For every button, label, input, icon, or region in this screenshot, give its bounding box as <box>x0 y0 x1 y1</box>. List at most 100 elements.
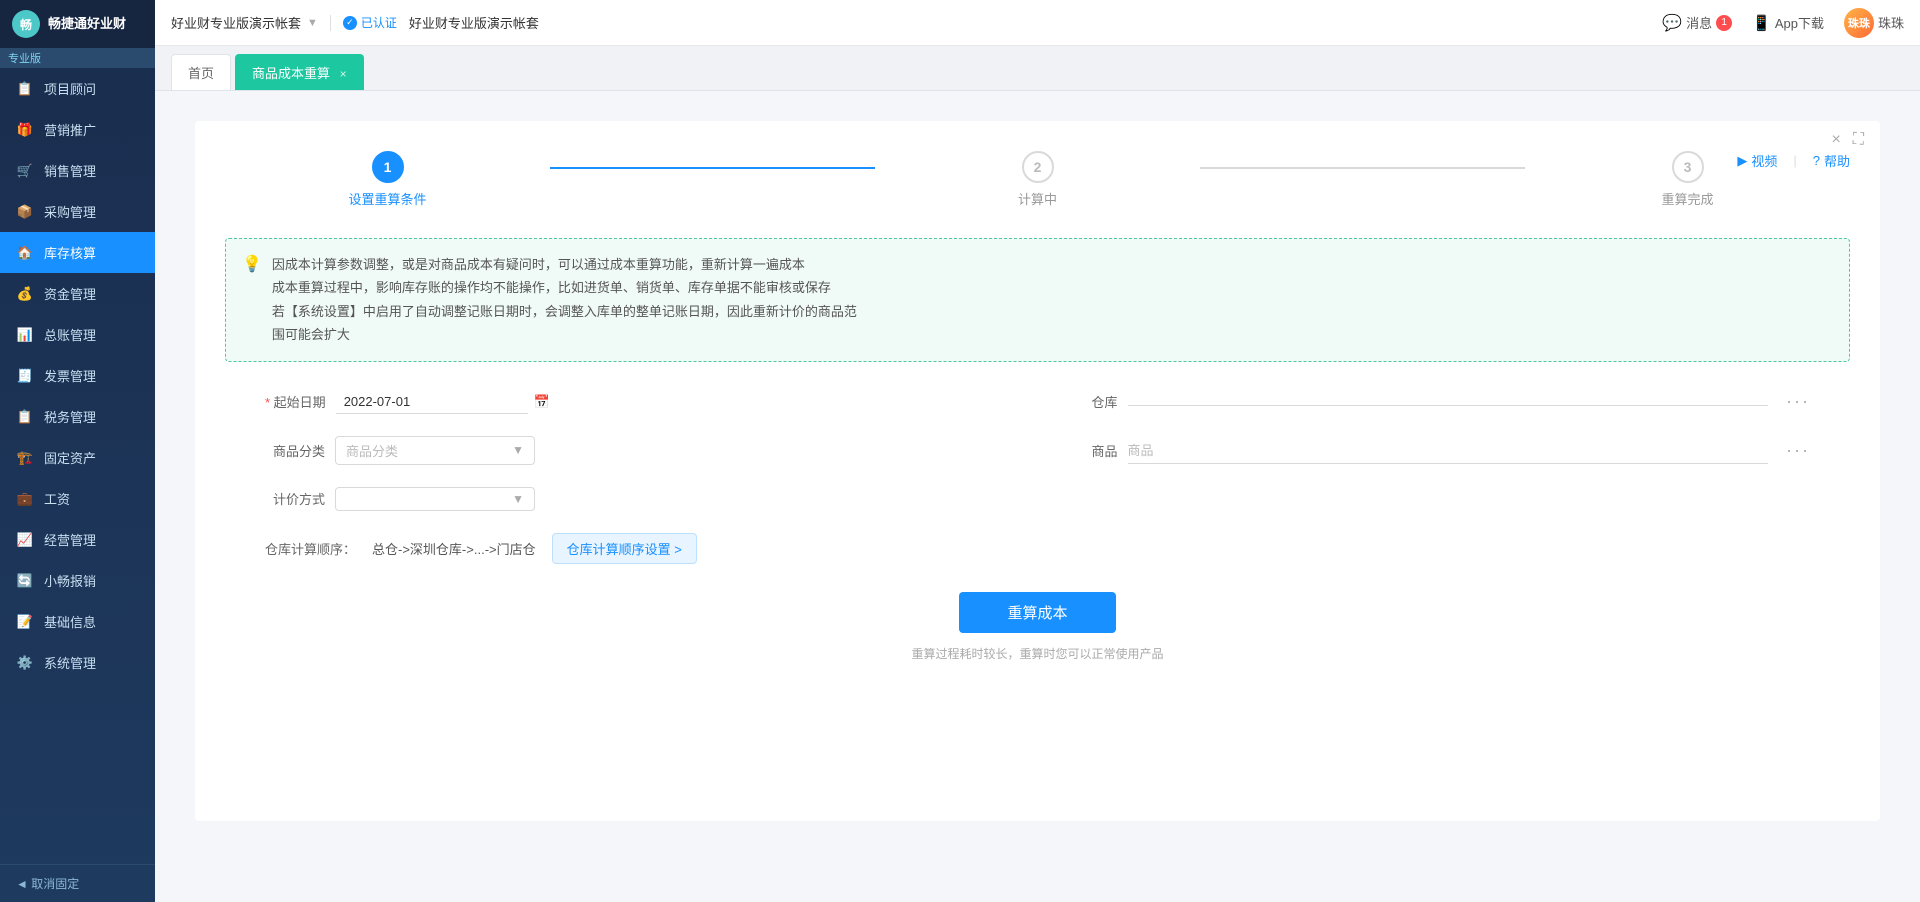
step-connector-1 <box>550 167 875 169</box>
edition-badge: 专业版 <box>0 48 155 68</box>
tax-icon: 📋 <box>16 408 34 426</box>
topbar-divider <box>330 15 331 31</box>
category-select[interactable]: 商品分类 ▼ <box>335 436 535 465</box>
sidebar-item-salary[interactable]: 💼 工资 <box>0 478 155 519</box>
step-1-label: 设置重算条件 <box>348 189 426 208</box>
sidebar-item-finance[interactable]: 💰 资金管理 <box>0 273 155 314</box>
start-date-input[interactable] <box>336 390 528 414</box>
sidebar-item-label: 经营管理 <box>44 530 96 549</box>
certified-label: 已认证 <box>361 14 397 31</box>
sales-icon: 🛒 <box>16 162 34 180</box>
calc-order-settings-button[interactable]: 仓库计算顺序设置 > <box>552 533 697 564</box>
calc-order-label: 仓库计算顺序： <box>265 539 356 558</box>
inventory-icon: 🏠 <box>16 244 34 262</box>
sidebar-item-label: 总账管理 <box>44 325 96 344</box>
sidebar-item-assets[interactable]: 🏗️ 固定资产 <box>0 437 155 478</box>
app-download-button[interactable]: 📱 App下载 <box>1752 13 1824 32</box>
sidebar-item-basic[interactable]: 📝 基础信息 <box>0 601 155 642</box>
sidebar-item-project[interactable]: 📋 项目顾问 <box>0 68 155 109</box>
unpin-label: ◄ 取消固定 <box>16 875 79 892</box>
sidebar-item-label: 基础信息 <box>44 612 96 631</box>
goods-field: 商品 商品 ··· <box>1058 436 1811 464</box>
unpin-button[interactable]: ◄ 取消固定 <box>0 864 155 902</box>
sidebar-item-sales[interactable]: 🛒 销售管理 <box>0 150 155 191</box>
category-chevron-icon: ▼ <box>512 443 524 457</box>
purchase-icon: 📦 <box>16 203 34 221</box>
pricing-select[interactable]: ▼ <box>335 487 535 511</box>
maximize-window-button[interactable]: ⛶ <box>1853 131 1864 149</box>
operations-icon: 📈 <box>16 531 34 549</box>
sidebar-nav: 📋 项目顾问 🎁 营销推广 🛒 销售管理 📦 采购管理 🏠 库存核算 💰 资金管… <box>0 68 155 864</box>
tab-close-icon[interactable]: × <box>340 67 347 81</box>
sidebar-item-marketing[interactable]: 🎁 营销推广 <box>0 109 155 150</box>
tab-recalc[interactable]: 商品成本重算 × <box>235 54 364 90</box>
certified-status: ✓ 已认证 <box>343 14 397 31</box>
account-dropdown-icon: ▼ <box>307 17 318 29</box>
sidebar-item-label: 小畅报销 <box>44 571 96 590</box>
sidebar-item-tax[interactable]: 📋 税务管理 <box>0 396 155 437</box>
pricing-chevron-icon: ▼ <box>512 492 524 506</box>
certified-icon: ✓ <box>343 16 357 30</box>
topbar-right: 💬 消息 1 📱 App下载 珠珠 珠珠 <box>1662 8 1904 38</box>
calc-order-row: 仓库计算顺序： 总仓->深圳仓库->...->门店仓 仓库计算顺序设置 > <box>265 533 1810 564</box>
start-date-field: 起始日期 📅 <box>265 390 1018 414</box>
account-name: 好业财专业版演示帐套 <box>171 13 301 32</box>
sidebar-item-label: 系统管理 <box>44 653 96 672</box>
sidebar-item-inventory[interactable]: 🏠 库存核算 <box>0 232 155 273</box>
info-line-4: 围可能会扩大 <box>272 323 857 346</box>
message-label: 消息 <box>1686 13 1712 32</box>
info-line-2: 成本重算过程中，影响库存账的操作均不能操作，比如进货单、销货单、库存单据不能审核… <box>272 276 857 299</box>
sidebar-item-operations[interactable]: 📈 经营管理 <box>0 519 155 560</box>
sidebar-item-label: 发票管理 <box>44 366 96 385</box>
warehouse-more-button[interactable]: ··· <box>1786 391 1810 412</box>
expense-icon: 🔄 <box>16 572 34 590</box>
form-row-2: 商品分类 商品分类 ▼ 商品 商品 ··· <box>265 436 1810 465</box>
logo-icon: 畅 <box>12 10 40 38</box>
close-window-button[interactable]: × <box>1831 131 1840 149</box>
category-label: 商品分类 <box>265 441 325 460</box>
recalculate-note: 重算过程耗时较长，重算时您可以正常使用产品 <box>911 645 1163 662</box>
tabbar: 首页 商品成本重算 × <box>155 46 1920 91</box>
step-1: 1 设置重算条件 <box>225 151 550 208</box>
accounting-icon: 📊 <box>16 326 34 344</box>
sidebar-item-purchase[interactable]: 📦 采购管理 <box>0 191 155 232</box>
goods-more-button[interactable]: ··· <box>1786 440 1810 461</box>
step-3-label: 重算完成 <box>1661 189 1713 208</box>
phone-icon: 📱 <box>1752 14 1771 32</box>
info-box: 💡 因成本计算参数调整，或是对商品成本有疑问时，可以通过成本重算功能，重新计算一… <box>225 238 1850 362</box>
user-profile[interactable]: 珠珠 珠珠 <box>1844 8 1904 38</box>
message-icon: 💬 <box>1662 13 1682 33</box>
step-3-circle: 3 <box>1672 151 1704 183</box>
sidebar-item-label: 工资 <box>44 489 70 508</box>
sidebar-item-system[interactable]: ⚙️ 系统管理 <box>0 642 155 683</box>
assets-icon: 🏗️ <box>16 449 34 467</box>
account-selector[interactable]: 好业财专业版演示帐套 ▼ <box>171 13 318 32</box>
start-date-input-group: 📅 <box>336 390 1018 414</box>
system-icon: ⚙️ <box>16 654 34 672</box>
tab-home-label: 首页 <box>188 66 214 81</box>
sidebar-item-expense[interactable]: 🔄 小畅报销 <box>0 560 155 601</box>
sidebar-item-invoice[interactable]: 🧾 发票管理 <box>0 355 155 396</box>
company-name: 好业财专业版演示帐套 <box>409 13 539 32</box>
step-2-label: 计算中 <box>1018 189 1057 208</box>
basic-icon: 📝 <box>16 613 34 631</box>
message-button[interactable]: 💬 消息 1 <box>1662 13 1732 33</box>
finance-icon: 💰 <box>16 285 34 303</box>
sidebar-item-label: 项目顾问 <box>44 79 96 98</box>
sidebar-item-label: 税务管理 <box>44 407 96 426</box>
sidebar-item-label: 固定资产 <box>44 448 96 467</box>
step-2: 2 计算中 <box>875 151 1200 208</box>
topbar: 好业财专业版演示帐套 ▼ ✓ 已认证 好业财专业版演示帐套 💬 消息 1 📱 A… <box>155 0 1920 46</box>
step-2-circle: 2 <box>1022 151 1054 183</box>
recalculate-button[interactable]: 重算成本 <box>959 592 1115 633</box>
content-panel: × ⛶ ▶ 视频 | ? 帮助 1 设置重算条件 <box>195 121 1880 821</box>
stepper: 1 设置重算条件 2 计算中 3 重算完成 <box>225 151 1850 208</box>
warehouse-field: 仓库 ··· <box>1058 391 1811 412</box>
salary-icon: 💼 <box>16 490 34 508</box>
window-controls: × ⛶ <box>1831 131 1864 149</box>
tab-home[interactable]: 首页 <box>171 54 231 90</box>
calendar-icon[interactable]: 📅 <box>534 394 550 410</box>
sidebar-item-accounting[interactable]: 📊 总账管理 <box>0 314 155 355</box>
info-line-3: 若【系统设置】中启用了自动调整记账日期时，会调整入库单的整单记账日期，因此重新计… <box>272 300 857 323</box>
sidebar-item-label: 营销推广 <box>44 120 96 139</box>
